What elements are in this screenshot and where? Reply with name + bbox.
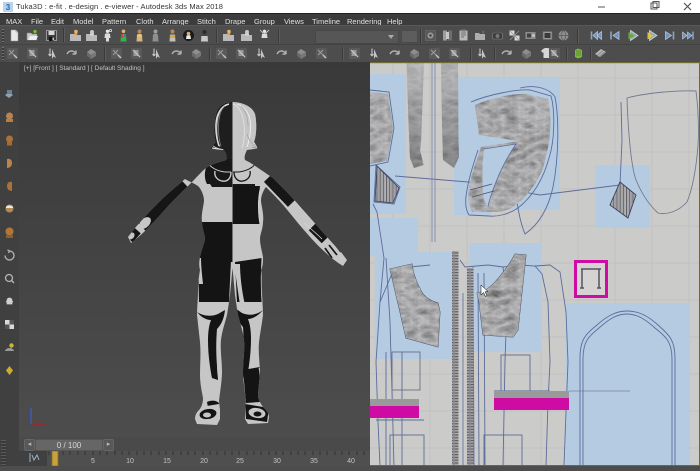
svg-text:25: 25 (236, 458, 244, 465)
svg-text:35: 35 (310, 458, 318, 465)
svg-text:5: 5 (91, 458, 95, 465)
svg-text:40: 40 (347, 458, 355, 465)
svg-text:10: 10 (126, 458, 134, 465)
svg-text:3: 3 (6, 3, 11, 12)
svg-text:20: 20 (200, 458, 208, 465)
svg-text:30: 30 (273, 458, 281, 465)
svg-text:x: x (35, 418, 38, 424)
svg-text:15: 15 (163, 458, 171, 465)
